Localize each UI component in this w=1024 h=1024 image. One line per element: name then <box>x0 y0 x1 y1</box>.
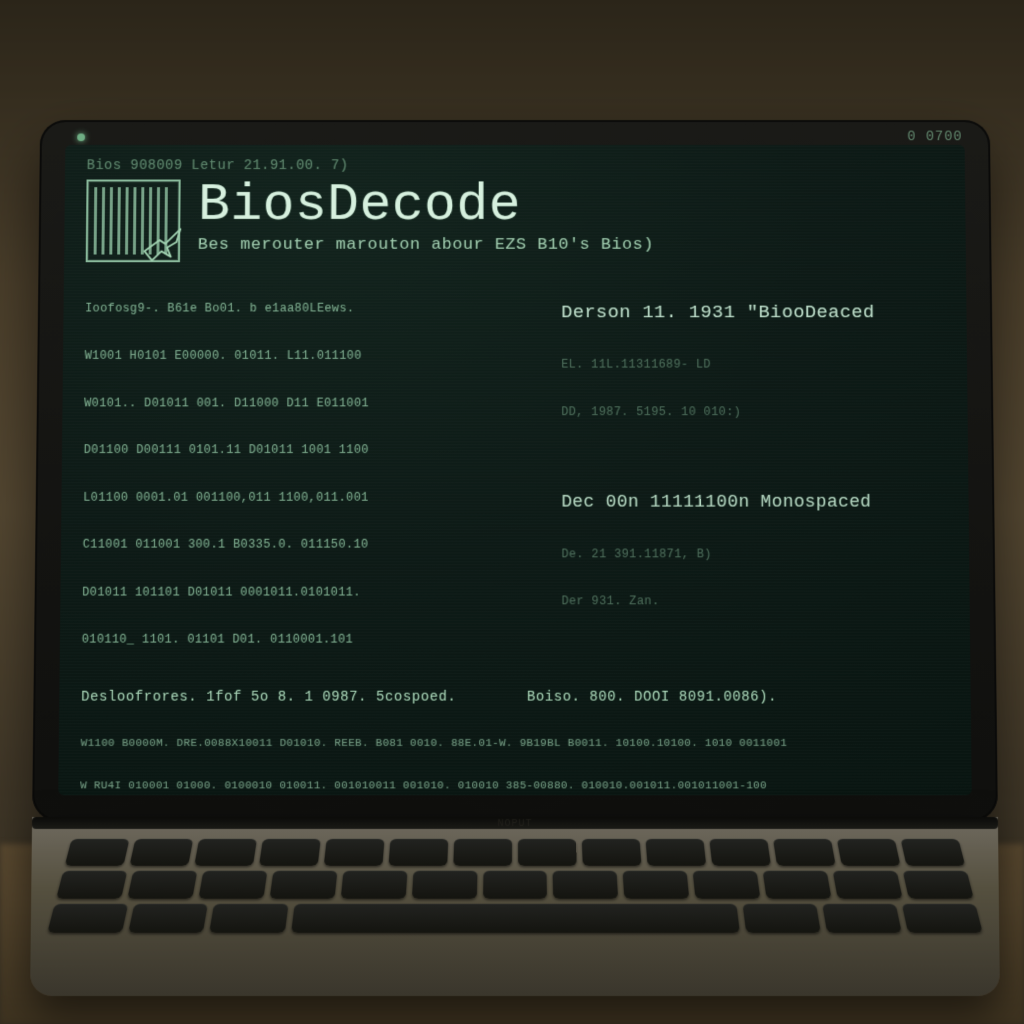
app-title: BiosDecode <box>198 180 654 233</box>
keyboard[interactable] <box>41 839 989 958</box>
right-line: Der 931. Zan. <box>561 594 947 610</box>
right-line: EL. 11L.11311689- LD <box>561 357 945 373</box>
menubar-clock: 0 0700 <box>907 130 962 145</box>
laptop: 0 0700 Bios 908009 Letur 21.91.00. 7) Bi… <box>30 120 1000 1000</box>
right-line: Derson 11. 1931 "BiooDeaced <box>561 301 945 326</box>
status-bar: Bios 908009 Letur 21.91.00. 7) <box>87 158 944 173</box>
app-logo-icon <box>86 180 181 263</box>
laptop-brand: NOPUT <box>498 819 533 830</box>
right-line: DD, 1987. 5195. 10 010:) <box>561 404 946 420</box>
right-line: De. 21 391.11871, B) <box>561 546 947 562</box>
big-data-block: W1100 B0000M. DRE.0088X10011 D01010. REE… <box>78 709 953 795</box>
left-data-block: Ioofosg9-. B61e Bo01. b e1aa80LEews. W10… <box>81 270 535 680</box>
app-subtitle: Bes merouter marouton abour EZS B10's Bi… <box>198 236 654 254</box>
bird-icon <box>139 220 185 264</box>
laptop-base: NOPUT <box>30 817 1000 996</box>
camera-led-icon <box>77 133 85 141</box>
right-line: Dec 00n 11111100n Monospaced <box>561 491 947 515</box>
section-label: Desloofrores. 1fof 5o 8. 1 0987. 5cospoe… <box>81 690 503 706</box>
section-label: Boiso. 800. DOOI 8091.0086). <box>527 690 949 706</box>
terminal-screen: Bios 908009 Letur 21.91.00. 7) BiosDecod… <box>58 145 972 795</box>
laptop-lid: 0 0700 Bios 908009 Letur 21.91.00. 7) Bi… <box>32 120 998 821</box>
